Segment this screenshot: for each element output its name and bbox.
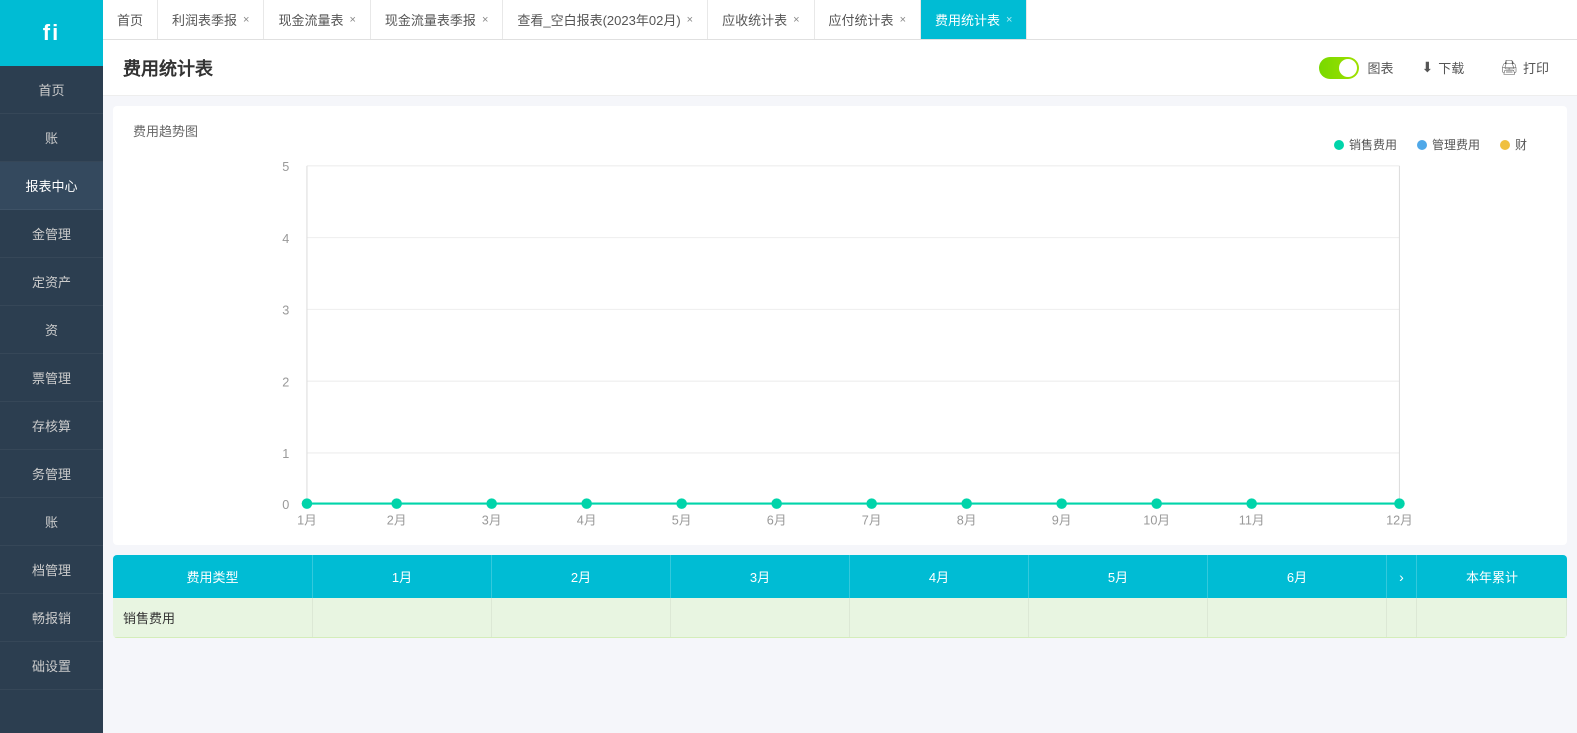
th-m6: 6月 [1208, 555, 1387, 598]
header-actions: 图表 ⬇ 下载 🖨 打印 [1319, 54, 1557, 81]
table-row: 销售费用 [113, 598, 1567, 638]
svg-text:6月: 6月 [767, 514, 787, 528]
tab-expense[interactable]: 费用统计表 × [921, 0, 1027, 39]
th-nav: › [1387, 555, 1417, 598]
sidebar-logo: fi [0, 0, 103, 66]
sidebar-item-investment[interactable]: 资 [0, 306, 103, 354]
sidebar-item-assets[interactable]: 定资产 [0, 258, 103, 306]
svg-text:9月: 9月 [1052, 514, 1072, 528]
table-nav-next[interactable]: › [1395, 569, 1408, 585]
chart-toggle[interactable] [1319, 57, 1359, 79]
sidebar: fi 首页 账 报表中心 金管理 定资产 资 票管理 存核算 务管理 账 档管理… [0, 0, 103, 733]
th-m1: 1月 [313, 555, 492, 598]
svg-text:3月: 3月 [482, 514, 502, 528]
svg-text:3: 3 [282, 304, 289, 318]
print-icon: 🖨 [1500, 59, 1518, 76]
main-area: 首页 利润表季报 × 现金流量表 × 现金流量表季报 × 查看_空白报表(202… [103, 0, 1577, 733]
sidebar-item-invoice[interactable]: 票管理 [0, 354, 103, 402]
td-ytd [1417, 598, 1567, 637]
page-header: 费用统计表 图表 ⬇ 下载 🖨 打印 [103, 40, 1577, 96]
legend-dot-finance [1500, 140, 1510, 150]
td-m3 [671, 598, 850, 637]
svg-text:0: 0 [282, 498, 289, 512]
chart-toggle-label: 图表 [1367, 58, 1393, 77]
td-m5 [1029, 598, 1208, 637]
svg-text:10月: 10月 [1143, 514, 1170, 528]
legend-admin: 管理费用 [1417, 136, 1480, 153]
chart-toggle-group: 图表 [1319, 57, 1393, 79]
tab-close-blank-report[interactable]: × [687, 14, 693, 26]
chart-container: 费用趋势图 销售费用 管理费用 财 [113, 106, 1567, 545]
sidebar-item-finance[interactable]: 金管理 [0, 210, 103, 258]
tab-close-cashflow[interactable]: × [349, 14, 355, 26]
td-nav-spacer [1387, 598, 1417, 637]
tab-bar: 首页 利润表季报 × 现金流量表 × 现金流量表季报 × 查看_空白报表(202… [103, 0, 1577, 40]
svg-text:8月: 8月 [957, 514, 977, 528]
tab-home[interactable]: 首页 [103, 0, 158, 39]
sidebar-item-reports[interactable]: 报表中心 [0, 162, 103, 210]
tab-cashflow-quarter[interactable]: 现金流量表季报 × [371, 0, 503, 39]
svg-text:11月: 11月 [1239, 514, 1265, 528]
sidebar-item-cancel[interactable]: 畅报销 [0, 594, 103, 642]
svg-text:1: 1 [282, 447, 289, 461]
tab-close-receivable[interactable]: × [793, 14, 799, 26]
svg-text:4: 4 [282, 232, 289, 246]
td-type: 销售费用 [113, 598, 313, 637]
page-title: 费用统计表 [123, 55, 213, 81]
th-ytd: 本年累计 [1417, 555, 1567, 598]
tab-close-profit-quarter[interactable]: × [243, 14, 249, 26]
td-m4 [850, 598, 1029, 637]
svg-text:5: 5 [282, 160, 289, 174]
td-m6 [1208, 598, 1387, 637]
tab-close-cashflow-quarter[interactable]: × [482, 14, 488, 26]
tab-receivable[interactable]: 应收统计表 × [708, 0, 814, 39]
table-header: 费用类型 1月 2月 3月 4月 5月 6月 › 本年累计 [113, 555, 1567, 598]
svg-text:2月: 2月 [387, 514, 407, 528]
th-m4: 4月 [850, 555, 1029, 598]
data-table-container: 费用类型 1月 2月 3月 4月 5月 6月 › 本年累计 销售费用 [113, 555, 1567, 638]
legend-dot-admin [1417, 140, 1427, 150]
tab-payable[interactable]: 应付统计表 × [815, 0, 921, 39]
content-area: 费用统计表 图表 ⬇ 下载 🖨 打印 费用趋势图 [103, 40, 1577, 733]
legend-sales: 销售费用 [1334, 136, 1397, 153]
tab-close-expense[interactable]: × [1006, 14, 1012, 26]
th-m2: 2月 [492, 555, 671, 598]
th-m3: 3月 [671, 555, 850, 598]
sidebar-item-account[interactable]: 账 [0, 498, 103, 546]
sidebar-item-home[interactable]: 首页 [0, 66, 103, 114]
svg-text:4月: 4月 [577, 514, 597, 528]
chart-legend: 销售费用 管理费用 财 [1334, 136, 1527, 153]
tab-profit-quarter[interactable]: 利润表季报 × [158, 0, 264, 39]
legend-finance: 财 [1500, 136, 1527, 153]
download-icon: ⬇ [1421, 59, 1433, 76]
tab-blank-report[interactable]: 查看_空白报表(2023年02月) × [503, 0, 708, 39]
sidebar-item-service[interactable]: 务管理 [0, 450, 103, 498]
print-button[interactable]: 🖨 打印 [1492, 54, 1557, 81]
th-m5: 5月 [1029, 555, 1208, 598]
tab-close-payable[interactable]: × [900, 14, 906, 26]
legend-dot-sales [1334, 140, 1344, 150]
download-button[interactable]: ⬇ 下载 [1413, 54, 1472, 81]
svg-text:2: 2 [282, 375, 289, 389]
sidebar-item-inventory[interactable]: 存核算 [0, 402, 103, 450]
svg-text:1月: 1月 [297, 514, 317, 528]
sidebar-item-ledger[interactable]: 账 [0, 114, 103, 162]
trend-chart: 5 4 3 2 1 0 [133, 150, 1547, 530]
tab-cashflow[interactable]: 现金流量表 × [264, 0, 370, 39]
svg-text:12月: 12月 [1386, 514, 1413, 528]
sidebar-item-settings[interactable]: 础设置 [0, 642, 103, 690]
td-m1 [313, 598, 492, 637]
svg-text:7月: 7月 [862, 514, 882, 528]
svg-text:5月: 5月 [672, 514, 692, 528]
td-m2 [492, 598, 671, 637]
sidebar-item-archive[interactable]: 档管理 [0, 546, 103, 594]
th-type: 费用类型 [113, 555, 313, 598]
